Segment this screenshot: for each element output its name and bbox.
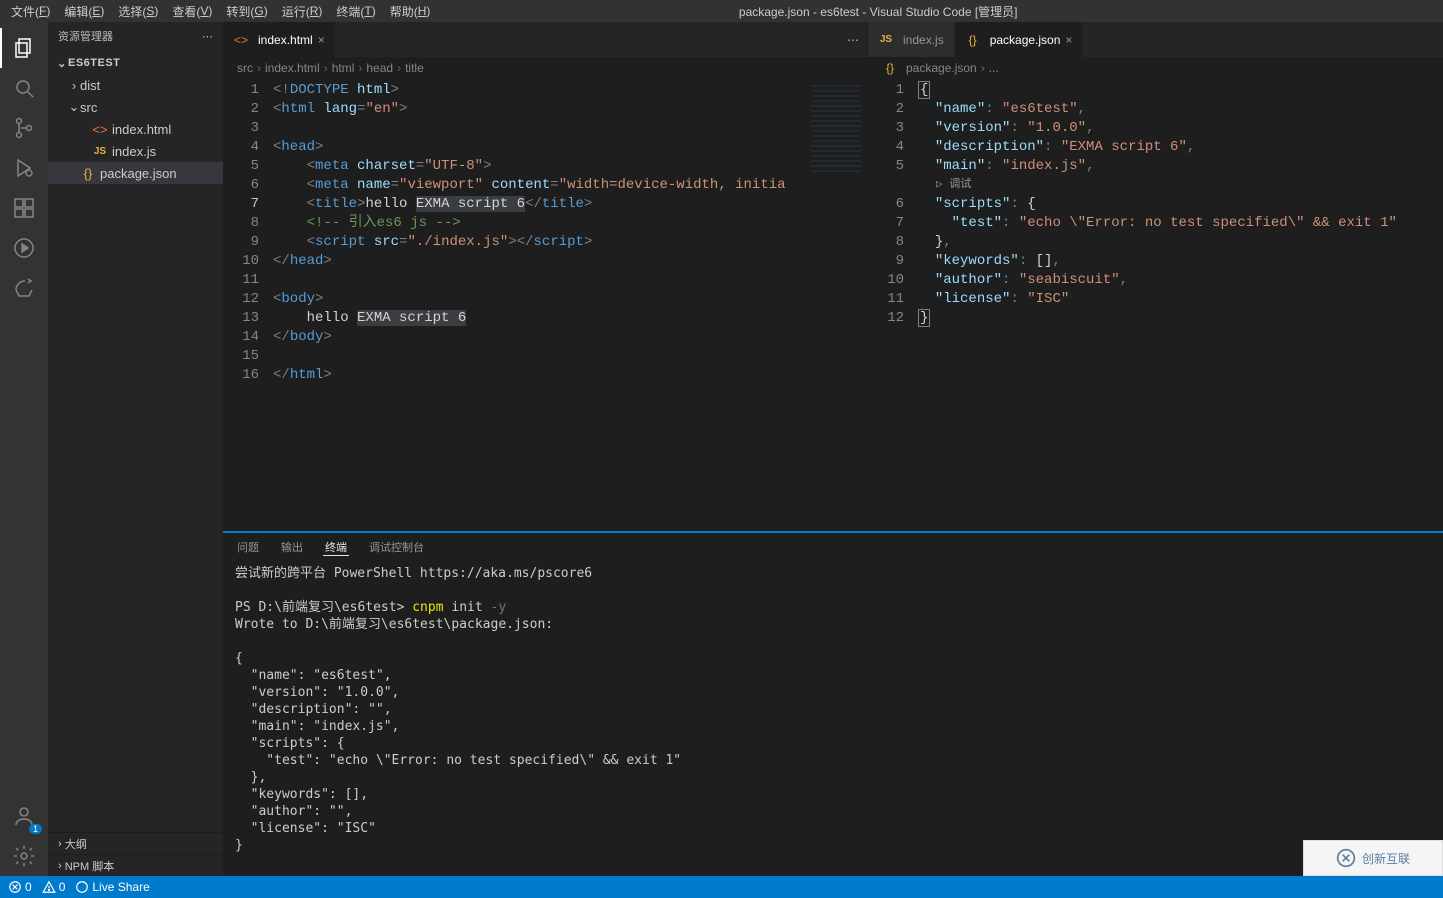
window-title: package.json - es6test - Visual Studio C…: [437, 3, 1319, 20]
tree-folder-src[interactable]: ⌄src: [48, 96, 223, 118]
editor-group-right: JS index.js {} package.json × {} package…: [868, 22, 1443, 531]
tree-file-index-js[interactable]: JSindex.js: [48, 140, 223, 162]
js-file-icon: JS: [878, 32, 894, 48]
sidebar-more-icon[interactable]: ⋯: [202, 30, 213, 43]
js-file-icon: JS: [92, 143, 108, 159]
run-debug-icon[interactable]: [0, 148, 48, 188]
panel-tab-1[interactable]: 输出: [279, 539, 305, 555]
tree-items: ›dist⌄src<>index.htmlJSindex.js{}package…: [48, 74, 223, 184]
tabs-left: <> index.html × ⋯: [223, 22, 867, 57]
close-icon[interactable]: ×: [318, 33, 325, 47]
editor-left[interactable]: 12345678910111213141516 <!DOCTYPE html><…: [223, 79, 867, 531]
watermark: 创新互联: [1303, 840, 1443, 876]
breadcrumb-seg[interactable]: title: [405, 61, 424, 75]
breadcrumb-seg[interactable]: head: [366, 61, 393, 75]
menubar-items: 文件(F)编辑(E)选择(S)查看(V)转到(G)运行(R)终端(T)帮助(H): [4, 0, 437, 22]
account-icon[interactable]: 1: [0, 796, 48, 836]
panel: 问题 输出 终端 调试控制台 尝试新的跨平台 PowerShell https://a…: [223, 531, 1443, 876]
editor-group-left: <> index.html × ⋯ src›index.html›html›he…: [223, 22, 868, 531]
panel-tab-3[interactable]: 调试控制台: [367, 539, 426, 555]
tree-project-root[interactable]: ⌄ES6TEST: [48, 52, 223, 74]
tab-package-json[interactable]: {} package.json ×: [955, 22, 1084, 57]
json-file-icon: {}: [80, 165, 96, 181]
statusbar: 0 0 Live Share: [0, 876, 1443, 898]
menu-e[interactable]: 编辑(E): [57, 0, 111, 22]
menubar: 文件(F)编辑(E)选择(S)查看(V)转到(G)运行(R)终端(T)帮助(H)…: [0, 0, 1443, 22]
json-file-icon: {}: [882, 60, 898, 76]
panel-tab-2[interactable]: 终端: [323, 539, 349, 556]
html-file-icon: <>: [92, 121, 108, 137]
activity-bar: 1: [0, 22, 48, 876]
terminal[interactable]: 尝试新的跨平台 PowerShell https://aka.ms/pscore…: [223, 561, 1443, 876]
json-file-icon: {}: [965, 32, 981, 48]
tree-file-package-json[interactable]: {}package.json: [48, 162, 223, 184]
panel-tab-0[interactable]: 问题: [235, 539, 261, 555]
close-icon[interactable]: ×: [1065, 33, 1072, 47]
codelens-debug[interactable]: ▷ 调试: [918, 176, 1443, 195]
share-icon[interactable]: [0, 268, 48, 308]
menu-f[interactable]: 文件(F): [4, 0, 57, 22]
tree-file-index-html[interactable]: <>index.html: [48, 118, 223, 140]
files-icon[interactable]: [0, 28, 48, 68]
sidebar: 资源管理器 ⋯ ⌄ES6TEST ›dist⌄src<>index.htmlJS…: [48, 22, 223, 876]
status-errors[interactable]: 0: [8, 880, 32, 894]
panel-tabs: 问题 输出 终端 调试控制台: [223, 533, 1443, 561]
status-liveshare[interactable]: Live Share: [75, 880, 149, 894]
breadcrumb-seg[interactable]: index.html: [265, 61, 320, 75]
menu-r[interactable]: 运行(R): [275, 0, 330, 22]
tabs-right: JS index.js {} package.json ×: [868, 22, 1443, 57]
editor-more-icon[interactable]: ⋯: [847, 33, 859, 47]
account-badge: 1: [29, 824, 42, 834]
tab-index-js[interactable]: JS index.js: [868, 22, 955, 57]
file-tree: ⌄ES6TEST ›dist⌄src<>index.htmlJSindex.js…: [48, 50, 223, 832]
menu-v[interactable]: 查看(V): [165, 0, 219, 22]
breadcrumb-seg[interactable]: html: [332, 61, 355, 75]
tab-index-html[interactable]: <> index.html ×: [223, 22, 336, 57]
menu-g[interactable]: 转到(G): [219, 0, 274, 22]
sidebar-section-outline[interactable]: › 大纲: [48, 832, 223, 854]
html-file-icon: <>: [233, 32, 249, 48]
sidebar-section-npm[interactable]: › NPM 脚本: [48, 854, 223, 876]
editor-right[interactable]: 12345 6789101112 { "name": "es6test", "v…: [868, 79, 1443, 531]
sidebar-title: 资源管理器: [58, 28, 113, 44]
breadcrumb-left[interactable]: src›index.html›html›head›title: [223, 57, 867, 79]
settings-gear-icon[interactable]: [0, 836, 48, 876]
breadcrumb-right[interactable]: {} package.json › ...: [868, 57, 1443, 79]
extensions-icon[interactable]: [0, 188, 48, 228]
tree-folder-dist[interactable]: ›dist: [48, 74, 223, 96]
menu-h[interactable]: 帮助(H): [383, 0, 438, 22]
play-icon[interactable]: [0, 228, 48, 268]
menu-t[interactable]: 终端(T): [329, 0, 382, 22]
search-icon[interactable]: [0, 68, 48, 108]
source-control-icon[interactable]: [0, 108, 48, 148]
breadcrumb-seg[interactable]: src: [237, 61, 253, 75]
status-warnings[interactable]: 0: [42, 880, 66, 894]
minimap[interactable]: [807, 79, 867, 531]
menu-s[interactable]: 选择(S): [111, 0, 165, 22]
